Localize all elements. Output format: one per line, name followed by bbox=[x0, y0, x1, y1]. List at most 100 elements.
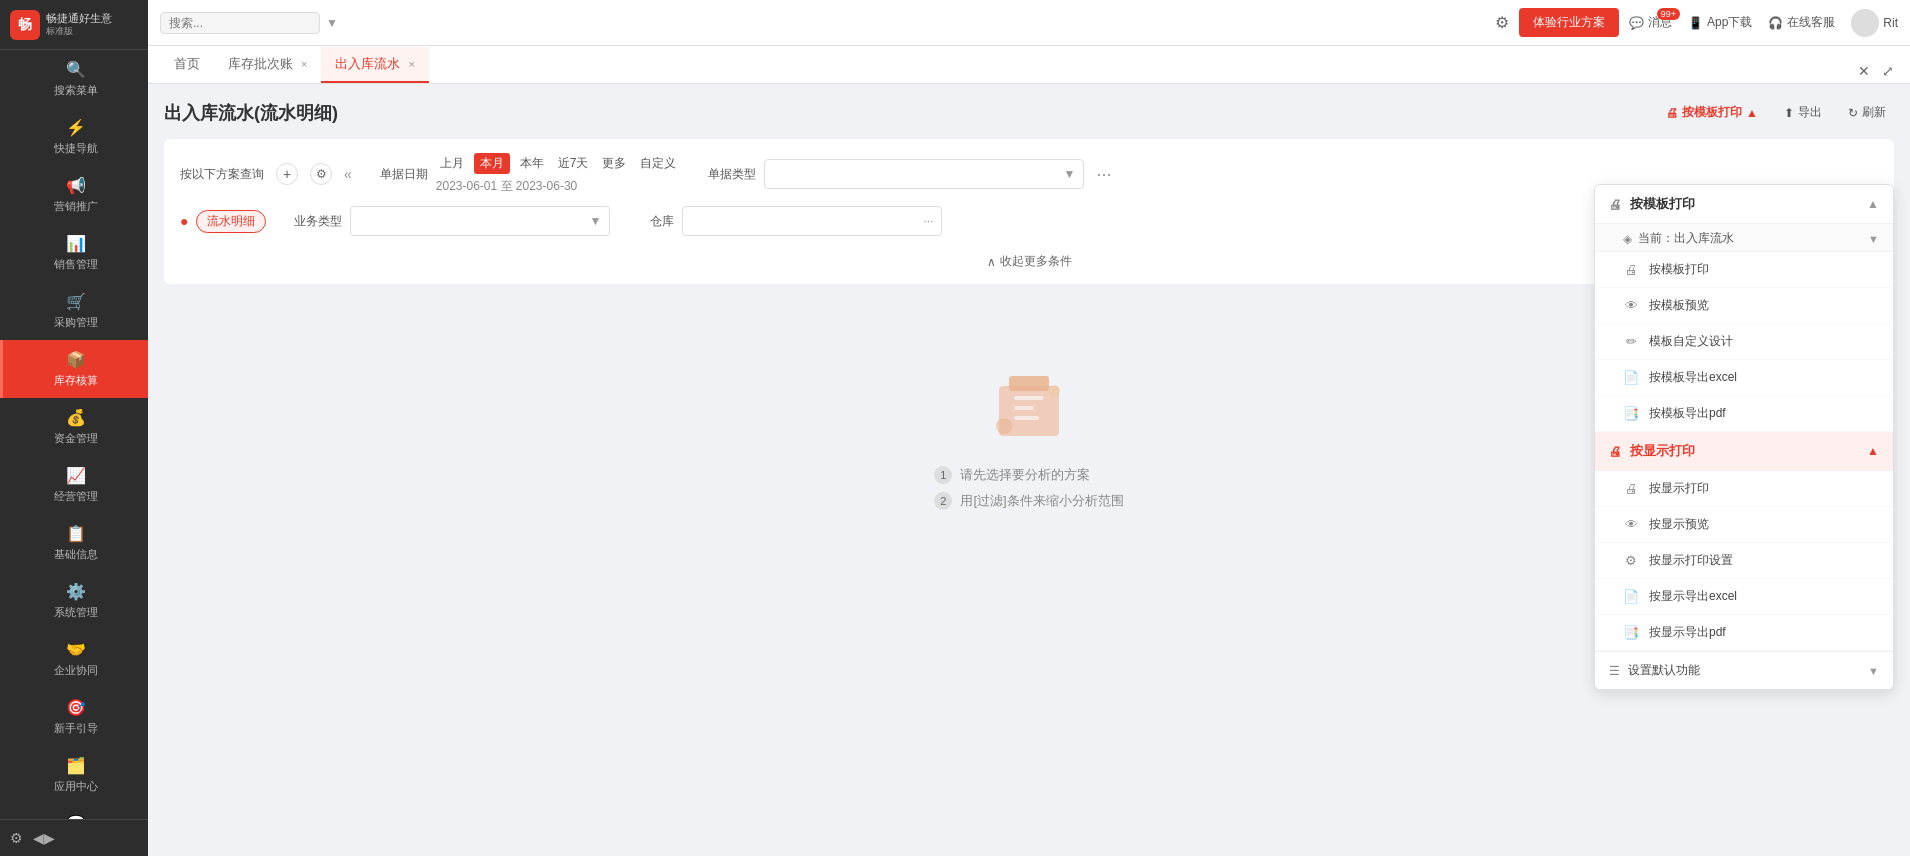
sidebar-item-sales[interactable]: 📊 销售管理 bbox=[0, 224, 148, 282]
filter-collapse-icon[interactable]: « bbox=[344, 166, 352, 182]
sidebar-item-inventory[interactable]: 📦 库存核算 bbox=[0, 340, 148, 398]
dropdown-item-template-export-excel[interactable]: 📄 按模板导出excel bbox=[1595, 360, 1893, 396]
sidebar-item-basic-info-label: 基础信息 bbox=[54, 547, 98, 562]
date-opt-current-year[interactable]: 本年 bbox=[516, 154, 548, 173]
sidebar-item-app-center[interactable]: 🗂️ 应用中心 bbox=[0, 746, 148, 804]
user-item[interactable]: Rit bbox=[1851, 9, 1898, 37]
sidebar-item-marketing[interactable]: 📢 营销推广 bbox=[0, 166, 148, 224]
current-template-item[interactable]: ◈ 当前：出入库流水 ▼ bbox=[1595, 224, 1893, 252]
date-opt-last-7[interactable]: 近7天 bbox=[554, 154, 593, 173]
guide-icon: 🎯 bbox=[66, 698, 86, 717]
template-print-header[interactable]: 🖨 按模板打印 ▲ bbox=[1595, 185, 1893, 224]
print-button[interactable]: 🖨 按模板打印 ▲ bbox=[1658, 100, 1766, 125]
dropdown-item-display-export-pdf[interactable]: 📑 按显示导出pdf bbox=[1595, 615, 1893, 651]
dropdown-item-display-print-settings-label: 按显示打印设置 bbox=[1649, 552, 1733, 569]
date-opt-current-month[interactable]: 本月 bbox=[474, 153, 510, 174]
dropdown-item-display-print-label: 按显示打印 bbox=[1649, 480, 1709, 497]
tab-close-all-button[interactable]: ✕ bbox=[1854, 59, 1874, 83]
refresh-label: 刷新 bbox=[1862, 104, 1886, 121]
online-service-item[interactable]: 🎧 在线客服 bbox=[1768, 14, 1835, 31]
sidebar-item-purchase-label: 采购管理 bbox=[54, 315, 98, 330]
doc-type-label: 单据类型 bbox=[708, 166, 756, 183]
dropdown-item-display-export-pdf-label: 按显示导出pdf bbox=[1649, 624, 1726, 641]
tab-batch-account-close[interactable]: × bbox=[301, 58, 307, 70]
sidebar-logo: 畅 畅捷通好生意 标准版 bbox=[0, 0, 148, 50]
sidebar-item-basic-info[interactable]: 📋 基础信息 bbox=[0, 514, 148, 572]
filter-add-button[interactable]: + bbox=[276, 163, 298, 185]
dropdown-item-display-print[interactable]: 🖨 按显示打印 bbox=[1595, 471, 1893, 507]
sidebar-item-wechat[interactable]: 💬 企业微信 bbox=[0, 804, 148, 819]
sidebar-item-quick-nav[interactable]: ⚡ 快捷导航 bbox=[0, 108, 148, 166]
svg-rect-3 bbox=[1014, 406, 1034, 410]
sidebar-item-guide[interactable]: 🎯 新手引导 bbox=[0, 688, 148, 746]
warehouse-arrow-icon: ··· bbox=[923, 214, 933, 228]
date-opt-last-month[interactable]: 上月 bbox=[436, 154, 468, 173]
dropdown-item-display-print-settings[interactable]: ⚙ 按显示打印设置 bbox=[1595, 543, 1893, 579]
template-export-pdf-icon: 📑 bbox=[1623, 406, 1639, 421]
doc-type-select[interactable]: ▼ bbox=[764, 159, 1084, 189]
sidebar-item-finance[interactable]: 💰 资金管理 bbox=[0, 398, 148, 456]
breadcrumb-input[interactable] bbox=[160, 12, 320, 34]
tab-batch-account-label: 库存批次账 bbox=[228, 55, 293, 73]
tab-flow[interactable]: 出入库流水 × bbox=[321, 47, 428, 83]
tabs-right-actions: ✕ ⤢ bbox=[1854, 59, 1898, 83]
dropdown-item-template-export-pdf[interactable]: 📑 按模板导出pdf bbox=[1595, 396, 1893, 432]
biz-type-select[interactable]: ▼ bbox=[350, 206, 610, 236]
app-download-item[interactable]: 📱 App下载 bbox=[1688, 14, 1752, 31]
sidebar-item-operations[interactable]: 📈 经营管理 bbox=[0, 456, 148, 514]
date-opt-custom[interactable]: 自定义 bbox=[636, 154, 680, 173]
dropdown-item-display-export-excel[interactable]: 📄 按显示导出excel bbox=[1595, 579, 1893, 615]
sidebar-item-sales-label: 销售管理 bbox=[54, 257, 98, 272]
empty-illustration bbox=[979, 356, 1079, 446]
template-print-header-icon: 🖨 bbox=[1609, 197, 1622, 212]
sidebar-item-enterprise[interactable]: 🤝 企业协同 bbox=[0, 630, 148, 688]
svg-rect-4 bbox=[1014, 416, 1039, 420]
dropdown-item-template-custom[interactable]: ✏ 模板自定义设计 bbox=[1595, 324, 1893, 360]
tab-home[interactable]: 首页 bbox=[160, 47, 214, 83]
display-print-header-label: 按显示打印 bbox=[1630, 442, 1695, 460]
sidebar-item-operations-label: 经营管理 bbox=[54, 489, 98, 504]
date-opt-more[interactable]: 更多 bbox=[598, 154, 630, 173]
sub-filter-tag-label: 流水明细 bbox=[207, 213, 255, 230]
sidebar-item-purchase[interactable]: 🛒 采购管理 bbox=[0, 282, 148, 340]
sidebar-collapse-icon[interactable]: ◀▶ bbox=[33, 830, 55, 846]
step-1-text: 请先选择要分析的方案 bbox=[960, 466, 1090, 484]
topbar-breadcrumb: ▼ bbox=[160, 12, 1485, 34]
dropdown-item-template-print[interactable]: 🖨 按模板打印 bbox=[1595, 252, 1893, 288]
refresh-icon: ↻ bbox=[1848, 106, 1858, 120]
filter-settings-icon-btn[interactable]: ⚙ bbox=[310, 163, 332, 185]
sub-filter-icon: ● bbox=[180, 213, 188, 229]
trial-button[interactable]: 体验行业方案 bbox=[1519, 8, 1619, 37]
display-print-chevron-icon: ▲ bbox=[1867, 444, 1879, 458]
sidebar-item-search[interactable]: 🔍 搜索菜单 bbox=[0, 50, 148, 108]
collapse-up-icon: ∧ bbox=[987, 255, 996, 269]
tab-expand-button[interactable]: ⤢ bbox=[1878, 59, 1898, 83]
dropdown-item-template-preview[interactable]: 👁 按模板预览 bbox=[1595, 288, 1893, 324]
tab-batch-account[interactable]: 库存批次账 × bbox=[214, 47, 321, 83]
topbar-settings-icon[interactable]: ⚙ bbox=[1495, 13, 1509, 32]
display-print-header[interactable]: 🖨 按显示打印 ▲ bbox=[1595, 432, 1893, 471]
sidebar-item-system[interactable]: ⚙️ 系统管理 bbox=[0, 572, 148, 630]
dropdown-item-template-preview-label: 按模板预览 bbox=[1649, 297, 1709, 314]
date-filter: 上月 本月 本年 近7天 更多 自定义 2023-06-01 至 2023-06… bbox=[436, 153, 681, 195]
message-item[interactable]: 💬 消息 99+ bbox=[1629, 14, 1672, 31]
dropdown-footer-default-function[interactable]: ☰ 设置默认功能 ▼ bbox=[1595, 651, 1893, 689]
export-button[interactable]: ⬆ 导出 bbox=[1776, 100, 1830, 125]
printer-icon: 🖨 bbox=[1666, 106, 1678, 120]
tab-flow-close[interactable]: × bbox=[408, 58, 414, 70]
dropdown-item-display-preview[interactable]: 👁 按显示预览 bbox=[1595, 507, 1893, 543]
doc-type-more-icon[interactable]: ··· bbox=[1092, 164, 1115, 185]
warehouse-select[interactable]: ··· bbox=[682, 206, 942, 236]
sidebar-settings-icon[interactable]: ⚙ bbox=[10, 830, 23, 846]
default-function-icon: ☰ bbox=[1609, 664, 1620, 678]
topbar-right: 💬 消息 99+ 📱 App下载 🎧 在线客服 Rit bbox=[1629, 9, 1898, 37]
biz-type-label: 业务类型 bbox=[294, 213, 342, 230]
step-1-number: 1 bbox=[934, 466, 952, 484]
collapse-button[interactable]: ∧ 收起更多条件 bbox=[987, 253, 1072, 270]
dropdown-item-display-preview-label: 按显示预览 bbox=[1649, 516, 1709, 533]
refresh-button[interactable]: ↻ 刷新 bbox=[1840, 100, 1894, 125]
display-print-settings-icon: ⚙ bbox=[1623, 553, 1639, 568]
page-actions: 🖨 按模板打印 ▲ ⬆ 导出 ↻ 刷新 bbox=[1658, 100, 1894, 125]
app-download-icon: 📱 bbox=[1688, 16, 1703, 30]
topbar: ▼ ⚙ 体验行业方案 💬 消息 99+ 📱 App下载 🎧 在线客服 Rit bbox=[148, 0, 1910, 46]
